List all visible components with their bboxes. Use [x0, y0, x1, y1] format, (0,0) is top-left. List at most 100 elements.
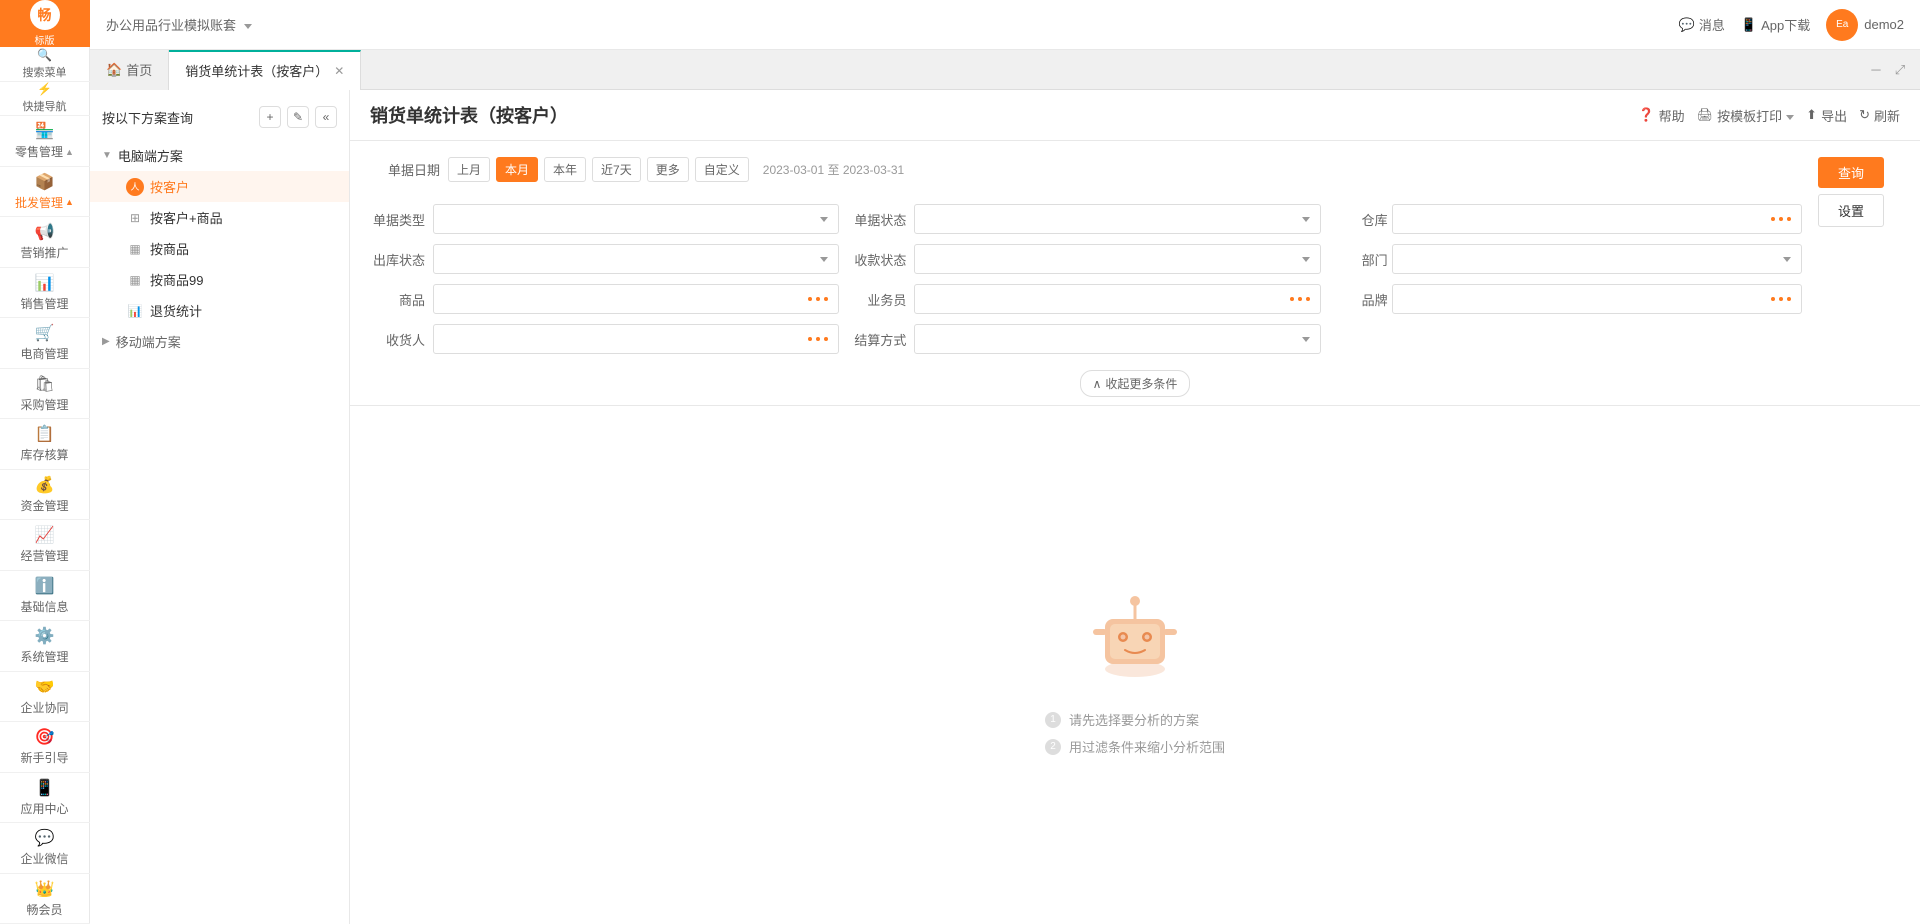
sidebar-item-member[interactable]: 👑 畅会员: [0, 874, 90, 924]
sidebar-item-search[interactable]: 🔍 搜索菜单: [0, 47, 90, 82]
filter-consignee: 收货人: [370, 324, 839, 354]
member-icon: 👑: [35, 879, 55, 899]
scheme-by-customer-goods[interactable]: ⊞ 按客户+商品: [90, 202, 349, 233]
right-content: 销货单统计表（按客户） ❓ 帮助 🖨 按模板打印 ⬆ 导出: [350, 90, 1920, 924]
scheme-by-goods[interactable]: ▦ 按商品: [90, 233, 349, 264]
sidebar-item-appcenter[interactable]: 📱 应用中心: [0, 773, 90, 824]
empty-tip-2: 2 用过滤条件来缩小分析范围: [1045, 737, 1225, 756]
user-menu[interactable]: Ea demo2: [1826, 9, 1904, 41]
sidebar-item-quick-nav[interactable]: ⚡ 快捷导航: [0, 82, 90, 117]
customer-scheme-icon: 人: [126, 178, 144, 196]
collection-label: 收款状态: [851, 250, 906, 269]
dept-input[interactable]: [1392, 244, 1802, 274]
collapse-more-btn[interactable]: ∧ 收起更多条件: [1080, 370, 1191, 397]
sidebar-item-wholesale[interactable]: 📦 批发管理 ▲: [0, 167, 90, 218]
brand-label: 品牌: [1333, 290, 1388, 309]
purchase-icon: 🛍: [34, 374, 54, 394]
pc-scheme-parent[interactable]: ▼ 电脑端方案: [90, 140, 349, 171]
doc-type-label: 单据类型: [370, 210, 425, 229]
window-minimize-btn[interactable]: ─: [1868, 62, 1884, 78]
query-btn[interactable]: 查询: [1818, 157, 1884, 188]
industry-dropdown-icon[interactable]: [244, 17, 252, 32]
tab-close-btn[interactable]: ✕: [334, 64, 344, 78]
scheme-by-goods-99[interactable]: ▦ 按商品99: [90, 264, 349, 295]
header-right: 💬 消息 📱 App下载 Ea demo2: [1679, 9, 1904, 41]
print-icon: 🖨: [1697, 107, 1714, 123]
add-scheme-btn[interactable]: +: [259, 106, 281, 128]
sidebar-item-ecommerce[interactable]: 🛒 电商管理: [0, 318, 90, 369]
tab-sales-stats[interactable]: 销货单统计表（按客户） ✕: [169, 50, 361, 90]
sidebar-item-guide[interactable]: 🎯 新手引导: [0, 722, 90, 773]
collection-dropdown-icon: [1302, 257, 1310, 262]
filter-goods: 商品: [370, 284, 839, 314]
sidebar-item-wechat[interactable]: 💬 企业微信: [0, 823, 90, 874]
window-maximize-btn[interactable]: ⤢: [1892, 62, 1908, 78]
sidebar-item-operations[interactable]: 📈 经营管理: [0, 520, 90, 571]
filter-date-row: 单据日期 上月 本月 本年 近7天 更多 自定义 20: [370, 157, 1802, 182]
page-title: 销货单统计表（按客户）: [370, 102, 568, 128]
retail-icon: 🏪: [35, 121, 55, 141]
doc-status-label: 单据状态: [851, 210, 906, 229]
basic-icon: ℹ️: [35, 576, 55, 596]
help-btn[interactable]: ❓ 帮助: [1638, 106, 1684, 125]
payment-label: 结算方式: [851, 330, 906, 349]
sidebar-item-purchase[interactable]: 🛍 采购管理: [0, 369, 90, 420]
system-icon: ⚙️: [35, 626, 55, 646]
sidebar-item-basic[interactable]: ℹ️ 基础信息: [0, 571, 90, 622]
search-icon: 🔍: [37, 48, 52, 62]
sidebar-item-marketing[interactable]: 📢 营销推广: [0, 217, 90, 268]
tab-bar: 🏠 首页 销货单统计表（按客户） ✕ ─ ⤢: [90, 50, 1920, 90]
salesperson-input[interactable]: [914, 284, 1320, 314]
home-icon: 🏠: [106, 62, 122, 78]
app-download-btn[interactable]: 📱 App下载: [1741, 15, 1810, 34]
brand-dots: [1771, 297, 1791, 301]
payment-input[interactable]: [914, 324, 1320, 354]
tab-home[interactable]: 🏠 首页: [90, 50, 169, 90]
collapse-bar: ∧ 收起更多条件: [350, 362, 1920, 406]
appcenter-icon: 📱: [35, 778, 55, 798]
export-btn[interactable]: ⬆ 导出: [1806, 106, 1847, 125]
filter-doc-type: 单据类型: [370, 204, 839, 234]
scheme-return-stats[interactable]: 📊 退货统计: [90, 295, 349, 326]
sidebar-item-sales[interactable]: 📊 销售管理: [0, 268, 90, 319]
guide-icon: 🎯: [35, 727, 55, 747]
sidebar-item-enterprise[interactable]: 🤝 企业协同: [0, 672, 90, 723]
template-print-btn[interactable]: 🖨 按模板打印: [1697, 106, 1795, 125]
collection-input[interactable]: [914, 244, 1320, 274]
edit-scheme-btn[interactable]: ✎: [287, 106, 309, 128]
print-dropdown-icon: [1786, 108, 1794, 123]
date-last-month-btn[interactable]: 上月: [448, 157, 490, 182]
empty-tips: 1 请先选择要分析的方案 2 用过滤条件来缩小分析范围: [1045, 710, 1225, 756]
date-quick-filter: 上月 本月 本年 近7天 更多 自定义: [448, 157, 749, 182]
scheme-by-customer[interactable]: 人 按客户: [90, 171, 349, 202]
industry-selector[interactable]: 办公用品行业模拟账套: [106, 15, 236, 34]
date-this-year-btn[interactable]: 本年: [544, 157, 586, 182]
date-more-btn[interactable]: 更多: [647, 157, 689, 182]
sidebar-item-retail[interactable]: 🏪 零售管理 ▲: [0, 116, 90, 167]
sidebar-item-finance[interactable]: 💰 资金管理: [0, 470, 90, 521]
goods-input[interactable]: [433, 284, 839, 314]
inventory-icon: 📋: [35, 424, 55, 444]
out-status-input[interactable]: [433, 244, 839, 274]
enterprise-icon: 🤝: [35, 677, 55, 697]
title-actions: ❓ 帮助 🖨 按模板打印 ⬆ 导出 ↻ 刷新: [1638, 106, 1900, 125]
goods-label: 商品: [370, 290, 425, 309]
settings-btn[interactable]: 设置: [1818, 194, 1884, 227]
mobile-scheme-section[interactable]: ▶ 移动端方案: [90, 326, 349, 357]
message-btn[interactable]: 💬 消息: [1679, 15, 1725, 34]
consignee-input[interactable]: [433, 324, 839, 354]
date-filter-content: 上月 本月 本年 近7天 更多 自定义 2023-03-01 至 2023-03…: [448, 157, 1802, 182]
collapse-panel-btn[interactable]: «: [315, 106, 337, 128]
doc-status-input[interactable]: [914, 204, 1320, 234]
refresh-btn[interactable]: ↻ 刷新: [1859, 106, 1900, 125]
sidebar-item-inventory[interactable]: 📋 库存核算: [0, 419, 90, 470]
dept-dropdown-icon: [1783, 257, 1791, 262]
warehouse-input[interactable]: [1392, 204, 1802, 234]
date-this-month-btn[interactable]: 本月: [496, 157, 538, 182]
date-7days-btn[interactable]: 近7天: [592, 157, 641, 182]
date-custom-btn[interactable]: 自定义: [695, 157, 749, 182]
brand-input[interactable]: [1392, 284, 1802, 314]
sidebar-item-system[interactable]: ⚙️ 系统管理: [0, 621, 90, 672]
doc-type-input[interactable]: [433, 204, 839, 234]
payment-dropdown-icon: [1302, 337, 1310, 342]
